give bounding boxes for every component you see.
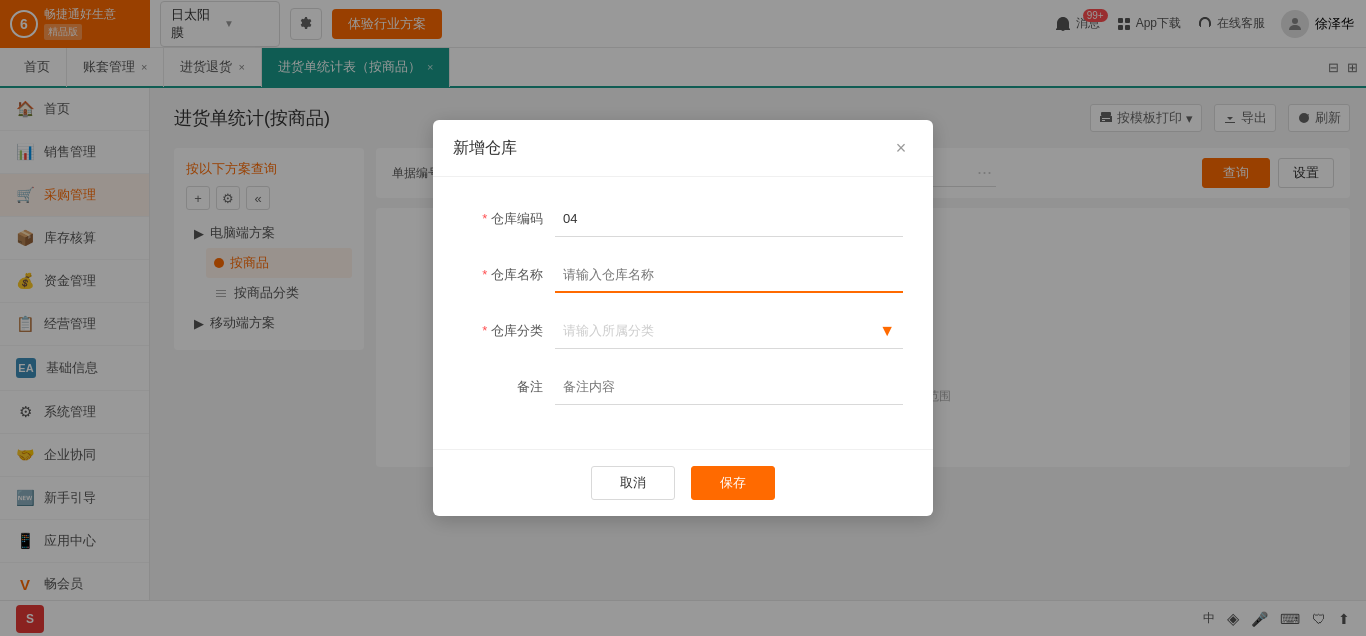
required-star: *: [482, 211, 487, 226]
name-label-text: 仓库名称: [491, 267, 543, 282]
modal-title: 新增仓库: [453, 138, 517, 159]
warehouse-name-input[interactable]: [555, 257, 903, 293]
code-label: * 仓库编码: [463, 210, 543, 228]
modal-header: 新增仓库 ×: [433, 120, 933, 177]
modal-close-button[interactable]: ×: [889, 136, 913, 160]
save-button[interactable]: 保存: [691, 466, 775, 500]
modal-body: * 仓库编码 * 仓库名称 * 仓库分类 请输入: [433, 177, 933, 449]
notes-label-text: 备注: [517, 379, 543, 394]
notes-label: 备注: [463, 378, 543, 396]
category-label-text: 仓库分类: [491, 323, 543, 338]
name-label: * 仓库名称: [463, 266, 543, 284]
warehouse-notes-input[interactable]: [555, 369, 903, 405]
category-arrow-icon: ▼: [879, 322, 895, 340]
cancel-button[interactable]: 取消: [591, 466, 675, 500]
modal-footer: 取消 保存: [433, 449, 933, 516]
code-label-text: 仓库编码: [491, 211, 543, 226]
required-star-2: *: [482, 267, 487, 282]
warehouse-name-row: * 仓库名称: [463, 257, 903, 293]
category-label: * 仓库分类: [463, 322, 543, 340]
warehouse-code-row: * 仓库编码: [463, 201, 903, 237]
modal-overlay[interactable]: 新增仓库 × * 仓库编码 * 仓库名称: [0, 0, 1366, 636]
warehouse-category-row: * 仓库分类 请输入所属分类 ▼: [463, 313, 903, 349]
required-star-3: *: [482, 323, 487, 338]
add-warehouse-modal: 新增仓库 × * 仓库编码 * 仓库名称: [433, 120, 933, 516]
warehouse-category-select[interactable]: 请输入所属分类 ▼: [555, 313, 903, 349]
warehouse-notes-row: 备注: [463, 369, 903, 405]
warehouse-code-input[interactable]: [555, 201, 903, 237]
category-placeholder: 请输入所属分类: [563, 322, 879, 340]
